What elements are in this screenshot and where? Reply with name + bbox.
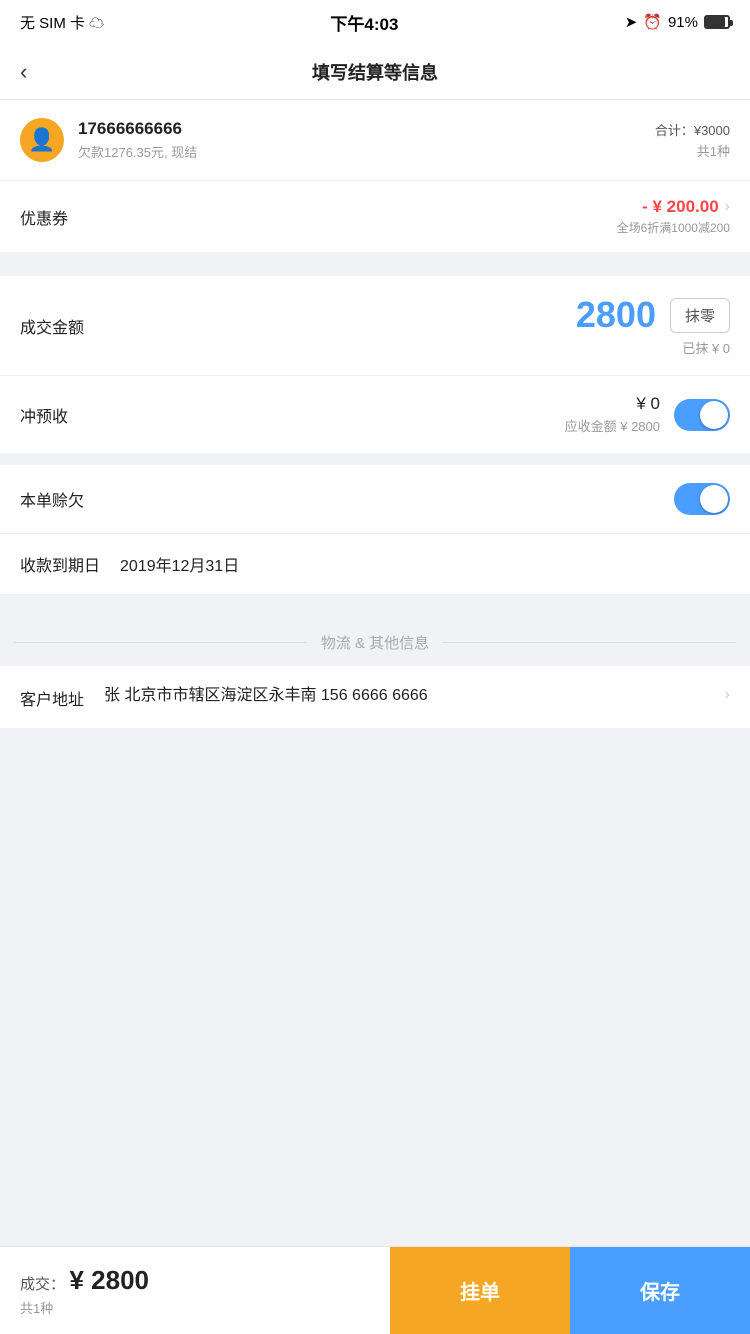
debt-label: 本单赊欠	[20, 487, 84, 511]
bottom-bar: 成交： ¥ 2800 共1种 挂单 保存	[0, 1246, 750, 1334]
nav-bar: ‹ 填写结算等信息	[0, 44, 750, 100]
separator-1	[0, 264, 750, 276]
coupon-amount-row: - ¥ 200.00 ›	[642, 197, 730, 217]
location-icon: ➤	[625, 13, 638, 31]
separator-3	[0, 606, 750, 618]
battery-icon	[704, 15, 730, 29]
coupon-amount: - ¥ 200.00	[642, 197, 719, 217]
bottom-count: 共1种	[20, 1298, 370, 1317]
address-label: 客户地址	[20, 686, 84, 710]
user-info: 17666666666 欠款1276.35元, 现结	[78, 119, 197, 161]
avatar-icon: 👤	[28, 127, 55, 153]
address-row[interactable]: 客户地址 张 北京市市辖区海淀区永丰南 156 6666 6666 ›	[0, 666, 750, 728]
debt-toggle-knob	[700, 485, 728, 513]
address-value: 张 北京市市辖区海淀区永丰南 156 6666 6666	[104, 684, 715, 708]
toggle-knob	[700, 401, 728, 429]
prepay-toggle[interactable]	[674, 399, 730, 431]
status-left: 无 SIM 卡 ☁	[20, 12, 104, 33]
save-label: 保存	[640, 1276, 680, 1305]
prepay-label: 冲预收	[20, 403, 68, 427]
coupon-right: - ¥ 200.00 › 全场6折满1000减200	[617, 197, 730, 236]
bottom-deal-row: 成交： ¥ 2800	[20, 1265, 370, 1296]
deal-sub: 已抹 ¥ 0	[682, 338, 730, 357]
user-right: 合计：¥3000 共1种	[655, 120, 730, 160]
deal-section: 成交金额 2800 抹零 已抹 ¥ 0 冲预收 ¥ 0 应收金额 ¥ 2800	[0, 276, 750, 453]
sim-label: 无 SIM 卡 ☁	[20, 12, 104, 33]
hold-label: 挂单	[460, 1276, 500, 1305]
address-section[interactable]: 客户地址 张 北京市市辖区海淀区永丰南 156 6666 6666 ›	[0, 666, 750, 728]
status-time: 下午4:03	[330, 10, 398, 35]
user-left: 👤 17666666666 欠款1276.35元, 现结	[20, 118, 197, 162]
back-button[interactable]: ‹	[20, 59, 27, 85]
prepay-right: ¥ 0 应收金额 ¥ 2800	[565, 394, 730, 435]
user-phone: 17666666666	[78, 119, 197, 139]
prepay-row: 冲预收 ¥ 0 应收金额 ¥ 2800	[0, 376, 750, 453]
debt-section: 本单赊欠 收款到期日 2019年12月31日	[0, 465, 750, 594]
user-debt: 欠款1276.35元, 现结	[78, 142, 197, 161]
bottom-deal-label: 成交：	[20, 1276, 65, 1293]
bottom-amount: ¥ 2800	[69, 1265, 149, 1295]
prepay-amount: ¥ 0	[565, 394, 660, 414]
deal-label: 成交金额	[20, 314, 84, 338]
logistics-divider: 物流 & 其他信息	[0, 618, 750, 666]
coupon-label: 优惠券	[20, 205, 68, 229]
prepay-sub: 应收金额 ¥ 2800	[565, 416, 660, 435]
coupon-row[interactable]: 优惠券 - ¥ 200.00 › 全场6折满1000减200	[0, 180, 750, 252]
alarm-icon: ⏰	[643, 13, 662, 31]
avatar: 👤	[20, 118, 64, 162]
prepay-amount-block: ¥ 0 应收金额 ¥ 2800	[565, 394, 660, 435]
address-chevron-icon: ›	[725, 686, 730, 704]
coupon-desc: 全场6折满1000减200	[617, 219, 730, 236]
user-row: 👤 17666666666 欠款1276.35元, 现结 合计：¥3000 共1…	[0, 100, 750, 180]
due-row: 收款到期日 2019年12月31日	[0, 533, 750, 594]
status-bar: 无 SIM 卡 ☁ 下午4:03 ➤ ⏰ 91%	[0, 0, 750, 44]
status-right: ➤ ⏰ 91%	[625, 13, 730, 31]
battery-label: 91%	[668, 14, 698, 31]
coupon-chevron-icon: ›	[725, 198, 730, 216]
total-label: 合计：¥3000	[655, 120, 730, 139]
deal-amount-row: 2800 抹零	[576, 294, 730, 336]
due-label: 收款到期日	[20, 552, 100, 576]
bottom-summary: 成交： ¥ 2800 共1种	[0, 1265, 390, 1317]
deal-amount: 2800	[576, 294, 656, 336]
total-count: 共1种	[655, 141, 730, 160]
deal-row: 成交金额 2800 抹零 已抹 ¥ 0	[0, 276, 750, 376]
page-title: 填写结算等信息	[312, 59, 438, 85]
user-section: 👤 17666666666 欠款1276.35元, 现结 合计：¥3000 共1…	[0, 100, 750, 252]
logistics-label: 物流 & 其他信息	[321, 632, 429, 653]
save-button[interactable]: 保存	[570, 1247, 750, 1334]
debt-row: 本单赊欠	[0, 465, 750, 533]
hold-button[interactable]: 挂单	[390, 1247, 570, 1334]
bottom-spacer	[0, 740, 750, 840]
due-value: 2019年12月31日	[120, 552, 239, 576]
separator-2	[0, 453, 750, 465]
debt-toggle[interactable]	[674, 483, 730, 515]
round-button[interactable]: 抹零	[670, 298, 730, 333]
